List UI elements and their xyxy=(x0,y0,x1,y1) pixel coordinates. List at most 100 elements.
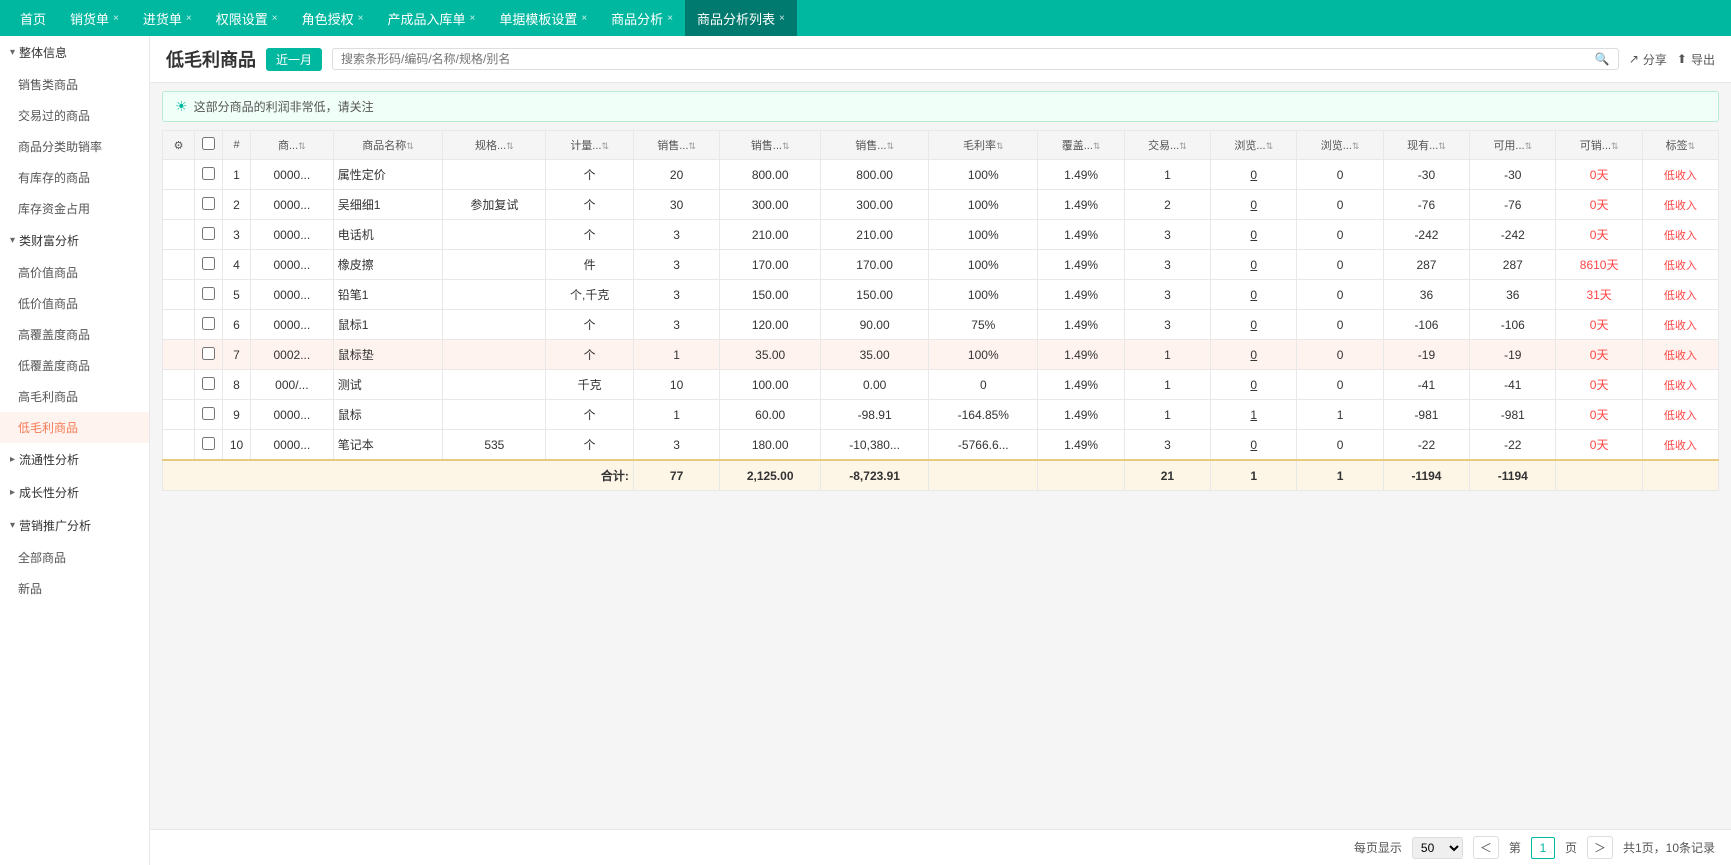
search-input[interactable] xyxy=(341,52,1591,66)
row-checkbox-8[interactable] xyxy=(202,377,215,390)
browse1-value[interactable]: 0 xyxy=(1250,198,1257,212)
sidebar-item-sales-goods[interactable]: 销售类商品 xyxy=(0,69,149,100)
row-browse1[interactable]: 0 xyxy=(1211,160,1297,190)
row-checkbox-6[interactable] xyxy=(202,317,215,330)
sidebar-item-all-goods[interactable]: 全部商品 xyxy=(0,542,149,573)
row-check[interactable] xyxy=(195,310,223,340)
row-check[interactable] xyxy=(195,340,223,370)
th-browse2[interactable]: 浏览...⇅ xyxy=(1297,131,1383,160)
nav-close-sales[interactable]: × xyxy=(113,13,119,24)
th-transactions[interactable]: 交易...⇅ xyxy=(1124,131,1210,160)
select-all-checkbox[interactable] xyxy=(202,137,215,150)
nav-permissions[interactable]: 权限设置 × xyxy=(204,0,290,36)
row-check[interactable] xyxy=(195,370,223,400)
sidebar-group-wealth[interactable]: ▾ 类财富分析 xyxy=(0,224,149,257)
th-available[interactable]: 可用...⇅ xyxy=(1470,131,1556,160)
row-checkbox-5[interactable] xyxy=(202,287,215,300)
sidebar-item-capital[interactable]: 库存资金占用 xyxy=(0,193,149,224)
row-browse1[interactable]: 0 xyxy=(1211,250,1297,280)
search-icon[interactable]: 🔍 xyxy=(1595,52,1610,66)
th-check[interactable] xyxy=(195,131,223,160)
date-filter-button[interactable]: 近一月 xyxy=(266,48,322,71)
nav-goods-analysis-list[interactable]: 商品分析列表 × xyxy=(685,0,797,36)
nav-close-template[interactable]: × xyxy=(581,13,587,24)
nav-roles[interactable]: 角色授权 × xyxy=(290,0,376,36)
export-button[interactable]: ⬆ 导出 xyxy=(1677,51,1715,68)
th-unit[interactable]: 计量...⇅ xyxy=(546,131,633,160)
browse1-value[interactable]: 0 xyxy=(1250,168,1257,182)
nav-sales[interactable]: 销货单 × xyxy=(58,0,131,36)
th-name[interactable]: 商品名称⇅ xyxy=(333,131,443,160)
th-sales-qty[interactable]: 销售...⇅ xyxy=(633,131,719,160)
sidebar-item-traded-goods[interactable]: 交易过的商品 xyxy=(0,100,149,131)
row-checkbox-9[interactable] xyxy=(202,407,215,420)
nav-close-goods-analysis-list[interactable]: × xyxy=(779,13,785,24)
sidebar-group-marketing[interactable]: ▾ 营销推广分析 xyxy=(0,509,149,542)
sidebar-item-high-margin[interactable]: 高毛利商品 xyxy=(0,381,149,412)
browse1-value[interactable]: 0 xyxy=(1250,228,1257,242)
row-browse1[interactable]: 0 xyxy=(1211,340,1297,370)
th-code[interactable]: 商...⇅ xyxy=(251,131,334,160)
share-button[interactable]: ↗ 分享 xyxy=(1629,51,1667,68)
nav-goods-analysis[interactable]: 商品分析 × xyxy=(599,0,685,36)
row-checkbox-7[interactable] xyxy=(202,347,215,360)
sidebar-item-category-rate[interactable]: 商品分类助销率 xyxy=(0,131,149,162)
row-checkbox-1[interactable] xyxy=(202,167,215,180)
sidebar-item-new-goods[interactable]: 新品 xyxy=(0,573,149,604)
th-sales-amount[interactable]: 销售...⇅ xyxy=(720,131,821,160)
row-browse1[interactable]: 0 xyxy=(1211,220,1297,250)
row-browse1[interactable]: 0 xyxy=(1211,370,1297,400)
th-settings[interactable]: ⚙ xyxy=(163,131,195,160)
sidebar-item-low-margin[interactable]: 低毛利商品 xyxy=(0,412,149,443)
row-browse1[interactable]: 0 xyxy=(1211,310,1297,340)
row-browse1[interactable]: 0 xyxy=(1211,280,1297,310)
sidebar-item-high-value[interactable]: 高价值商品 xyxy=(0,257,149,288)
row-check[interactable] xyxy=(195,400,223,430)
sidebar-group-overall[interactable]: ▾ 整体信息 xyxy=(0,36,149,69)
th-coverage[interactable]: 覆盖...⇅ xyxy=(1038,131,1124,160)
th-current-stock[interactable]: 现有...⇅ xyxy=(1383,131,1469,160)
sidebar-group-circulation[interactable]: ▸ 流通性分析 xyxy=(0,443,149,476)
th-browse1[interactable]: 浏览...⇅ xyxy=(1211,131,1297,160)
th-spec[interactable]: 规格...⇅ xyxy=(443,131,546,160)
row-check[interactable] xyxy=(195,430,223,461)
row-browse1[interactable]: 0 xyxy=(1211,430,1297,461)
nav-products[interactable]: 产成品入库单 × xyxy=(375,0,487,36)
row-browse1[interactable]: 0 xyxy=(1211,190,1297,220)
next-page-button[interactable]: ＞ xyxy=(1587,836,1613,859)
nav-purchase[interactable]: 进货单 × xyxy=(131,0,204,36)
browse1-value[interactable]: 0 xyxy=(1250,348,1257,362)
per-page-select[interactable]: 50 100 200 xyxy=(1412,837,1463,859)
prev-page-button[interactable]: ＜ xyxy=(1473,836,1499,859)
row-checkbox-3[interactable] xyxy=(202,227,215,240)
sidebar-item-low-value[interactable]: 低价值商品 xyxy=(0,288,149,319)
browse1-value[interactable]: 0 xyxy=(1250,378,1257,392)
browse1-value[interactable]: 0 xyxy=(1250,438,1257,452)
row-check[interactable] xyxy=(195,160,223,190)
browse1-value[interactable]: 0 xyxy=(1250,258,1257,272)
sidebar-group-growth[interactable]: ▸ 成长性分析 xyxy=(0,476,149,509)
row-check[interactable] xyxy=(195,280,223,310)
sidebar-item-high-coverage[interactable]: 高覆盖度商品 xyxy=(0,319,149,350)
nav-close-products[interactable]: × xyxy=(469,13,475,24)
row-check[interactable] xyxy=(195,220,223,250)
th-tag[interactable]: 标签⇅ xyxy=(1642,131,1718,160)
nav-close-permissions[interactable]: × xyxy=(272,13,278,24)
nav-template[interactable]: 单据模板设置 × xyxy=(487,0,599,36)
nav-close-roles[interactable]: × xyxy=(358,13,364,24)
sidebar-item-in-stock[interactable]: 有库存的商品 xyxy=(0,162,149,193)
nav-close-goods-analysis[interactable]: × xyxy=(667,13,673,24)
th-sellable[interactable]: 可销...⇅ xyxy=(1556,131,1642,160)
row-check[interactable] xyxy=(195,190,223,220)
browse1-value[interactable]: 0 xyxy=(1250,288,1257,302)
sidebar-item-low-coverage[interactable]: 低覆盖度商品 xyxy=(0,350,149,381)
row-checkbox-10[interactable] xyxy=(202,437,215,450)
settings-icon[interactable]: ⚙ xyxy=(174,140,184,152)
th-sales-profit[interactable]: 销售...⇅ xyxy=(821,131,929,160)
row-checkbox-2[interactable] xyxy=(202,197,215,210)
row-checkbox-4[interactable] xyxy=(202,257,215,270)
browse1-value[interactable]: 0 xyxy=(1250,318,1257,332)
browse1-value[interactable]: 1 xyxy=(1250,408,1257,422)
nav-home[interactable]: 首页 xyxy=(8,0,58,36)
th-gross-rate[interactable]: 毛利率⇅ xyxy=(929,131,1038,160)
